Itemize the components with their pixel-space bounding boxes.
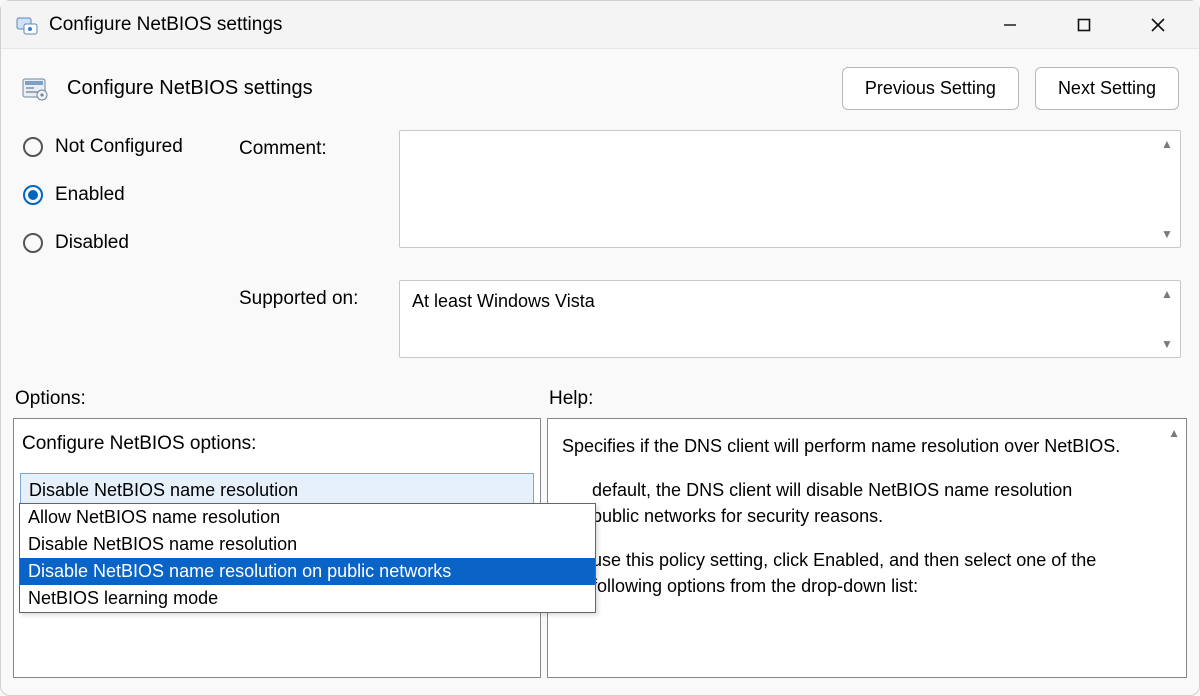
options-dropdown: Allow NetBIOS name resolution Disable Ne…: [19, 503, 596, 613]
section-labels: Options: Help:: [1, 372, 1199, 418]
radio-label: Enabled: [55, 184, 125, 206]
policy-icon: [21, 75, 49, 103]
options-section-label: Options:: [15, 388, 549, 410]
options-dropdown-label: Configure NetBIOS options:: [20, 433, 534, 455]
help-text: use this policy setting, click Enabled, …: [562, 547, 1158, 599]
comment-textarea[interactable]: ▲ ▼: [399, 130, 1181, 248]
help-panel: ▲ Specifies if the DNS client will perfo…: [547, 418, 1187, 678]
help-text: Specifies if the DNS client will perform…: [562, 433, 1158, 459]
dropdown-item[interactable]: Allow NetBIOS name resolution: [20, 504, 595, 531]
policy-title: Configure NetBIOS settings: [67, 77, 313, 100]
header-row: Configure NetBIOS settings Previous Sett…: [1, 49, 1199, 120]
radio-label: Disabled: [55, 232, 129, 254]
comment-label: Comment:: [239, 130, 399, 280]
radio-disabled[interactable]: Disabled: [23, 232, 239, 254]
scroll-down-icon[interactable]: ▼: [1160, 337, 1174, 351]
titlebar: Configure NetBIOS settings: [1, 1, 1199, 49]
window-title: Configure NetBIOS settings: [49, 14, 282, 36]
minimize-button[interactable]: [987, 7, 1033, 43]
dropdown-item[interactable]: NetBIOS learning mode: [20, 585, 595, 612]
help-text: default, the DNS client will disable Net…: [562, 477, 1158, 529]
radio-icon: [23, 137, 43, 157]
config-area: Not Configured Enabled Disabled Comment:…: [1, 120, 1199, 372]
radio-label: Not Configured: [55, 136, 183, 158]
dropdown-item[interactable]: Disable NetBIOS name resolution on publi…: [20, 558, 595, 585]
options-combobox[interactable]: Disable NetBIOS name resolution: [20, 473, 534, 507]
help-section-label: Help:: [549, 388, 593, 410]
scroll-up-icon[interactable]: ▲: [1160, 287, 1174, 301]
supported-on-label: Supported on:: [239, 280, 399, 372]
previous-setting-button[interactable]: Previous Setting: [842, 67, 1019, 110]
close-button[interactable]: [1135, 7, 1181, 43]
state-radios: Not Configured Enabled Disabled: [23, 130, 239, 280]
maximize-button[interactable]: [1061, 7, 1107, 43]
app-icon: [15, 13, 39, 37]
supported-on-box: At least Windows Vista ▲ ▼: [399, 280, 1181, 358]
radio-icon: [23, 185, 43, 205]
scroll-down-icon[interactable]: ▼: [1160, 227, 1174, 241]
scroll-up-icon[interactable]: ▲: [1168, 425, 1180, 442]
radio-enabled[interactable]: Enabled: [23, 184, 239, 206]
options-combobox-value: Disable NetBIOS name resolution: [29, 480, 298, 501]
radio-icon: [23, 233, 43, 253]
scroll-up-icon[interactable]: ▲: [1160, 137, 1174, 151]
panels: Configure NetBIOS options: Disable NetBI…: [1, 418, 1199, 678]
supported-on-value: At least Windows Vista: [412, 291, 595, 311]
radio-not-configured[interactable]: Not Configured: [23, 136, 239, 158]
options-panel: Configure NetBIOS options: Disable NetBI…: [13, 418, 541, 678]
next-setting-button[interactable]: Next Setting: [1035, 67, 1179, 110]
dropdown-item[interactable]: Disable NetBIOS name resolution: [20, 531, 595, 558]
